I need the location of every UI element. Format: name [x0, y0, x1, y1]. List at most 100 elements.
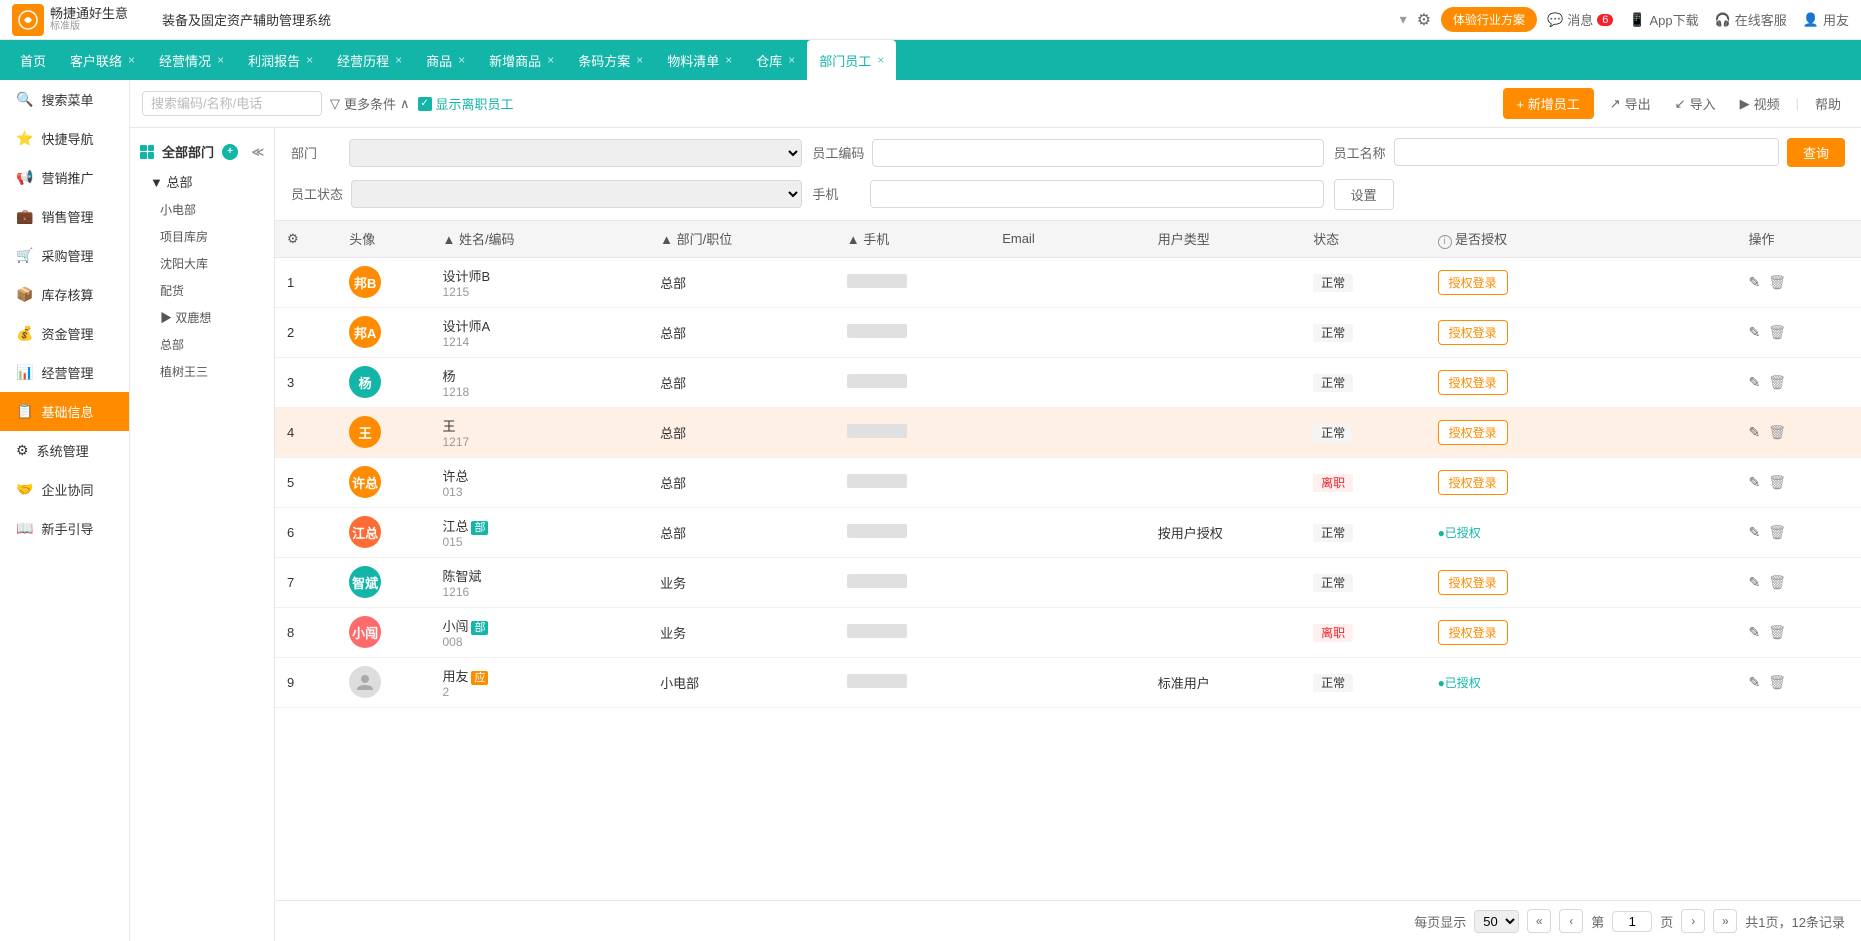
- edit-btn[interactable]: ✎: [1749, 474, 1761, 491]
- tree-item-小电部[interactable]: 小电部: [130, 196, 274, 223]
- sidebar-item-库存核算[interactable]: 📦库存核算: [0, 275, 129, 314]
- nav-tab-客户联络[interactable]: 客户联络×: [58, 40, 147, 80]
- delete-btn[interactable]: 🗑: [1768, 274, 1786, 291]
- sidebar-item-营销推广[interactable]: 📢营销推广: [0, 158, 129, 197]
- nav-tab-经营情况[interactable]: 经营情况×: [147, 40, 236, 80]
- nav-tab-部门员工[interactable]: 部门员工×: [807, 40, 896, 80]
- col-phone[interactable]: ▲ 手机: [835, 221, 990, 257]
- tree-item-植树王三[interactable]: 植树王三: [130, 358, 274, 385]
- prev-page-btn[interactable]: ‹: [1559, 909, 1583, 933]
- auth-info-icon[interactable]: i: [1438, 235, 1452, 249]
- edit-btn[interactable]: ✎: [1749, 324, 1761, 341]
- edit-btn[interactable]: ✎: [1749, 624, 1761, 641]
- nav-tab-经营历程[interactable]: 经营历程×: [325, 40, 414, 80]
- nav-tab-首页[interactable]: 首页: [8, 40, 58, 80]
- sidebar-item-资金管理[interactable]: 💰资金管理: [0, 314, 129, 353]
- nav-tab-条码方案[interactable]: 条码方案×: [566, 40, 655, 80]
- auth-btn[interactable]: 授权登录: [1438, 470, 1508, 495]
- tree-item-总部[interactable]: 总部: [130, 331, 274, 358]
- delete-btn[interactable]: 🗑: [1768, 324, 1786, 341]
- delete-btn[interactable]: 🗑: [1768, 524, 1786, 541]
- status-select[interactable]: [351, 180, 802, 208]
- page-input[interactable]: [1612, 911, 1652, 932]
- auth-btn[interactable]: 授权登录: [1438, 620, 1508, 645]
- edit-btn[interactable]: ✎: [1749, 674, 1761, 691]
- sidebar-item-基础信息[interactable]: 📋基础信息: [0, 392, 129, 431]
- delete-btn[interactable]: 🗑: [1768, 424, 1786, 441]
- emp-name-input[interactable]: [1394, 138, 1779, 166]
- filter-btn[interactable]: ▽ 更多条件 ∧: [330, 94, 410, 113]
- tree-item-沈阳大库[interactable]: 沈阳大库: [130, 250, 274, 277]
- user-btn[interactable]: 👤 用友: [1803, 10, 1849, 29]
- app-download-btn[interactable]: 📱 App下载: [1629, 10, 1698, 29]
- tab-close-部门员工[interactable]: ×: [877, 53, 884, 67]
- col-name[interactable]: ▲ 姓名/编码: [430, 221, 648, 257]
- show-resigned-checkbox[interactable]: ✓: [418, 97, 432, 111]
- last-page-btn[interactable]: »: [1713, 909, 1737, 933]
- tree-add-icon[interactable]: +: [222, 144, 238, 160]
- help-btn[interactable]: 帮助: [1807, 90, 1849, 117]
- edit-btn[interactable]: ✎: [1749, 424, 1761, 441]
- online-support-btn[interactable]: 🎧 在线客服: [1715, 10, 1787, 29]
- show-resigned-label[interactable]: ✓ 显示离职员工: [418, 94, 514, 113]
- tree-item-项目库房[interactable]: 项目库房: [130, 223, 274, 250]
- tree-item-配货[interactable]: 配货: [130, 277, 274, 304]
- tab-close-仓库[interactable]: ×: [788, 53, 795, 67]
- sidebar-item-新手引导[interactable]: 📖新手引导: [0, 509, 129, 548]
- message-btn[interactable]: 💬 消息 6: [1547, 10, 1613, 29]
- tab-close-利润报告[interactable]: ×: [306, 53, 313, 67]
- reset-btn[interactable]: 设置: [1334, 179, 1394, 210]
- sidebar-item-采购管理[interactable]: 🛒采购管理: [0, 236, 129, 275]
- edit-btn[interactable]: ✎: [1749, 574, 1761, 591]
- delete-btn[interactable]: 🗑: [1768, 574, 1786, 591]
- delete-btn[interactable]: 🗑: [1768, 374, 1786, 391]
- sidebar-item-企业协同[interactable]: 🤝企业协同: [0, 470, 129, 509]
- tree-item-双鹿想[interactable]: ▶ 双鹿想: [130, 304, 274, 331]
- settings-icon[interactable]: ⚙: [1417, 10, 1431, 30]
- edit-btn[interactable]: ✎: [1749, 274, 1761, 291]
- edit-btn[interactable]: ✎: [1749, 524, 1761, 541]
- col-settings[interactable]: ⚙: [275, 221, 337, 257]
- nav-tab-商品[interactable]: 商品×: [414, 40, 477, 80]
- system-dropdown[interactable]: ▾: [1400, 11, 1407, 28]
- tree-item-总部[interactable]: ▼ 总部: [130, 167, 274, 196]
- edit-btn[interactable]: ✎: [1749, 374, 1761, 391]
- sidebar-item-搜索菜单[interactable]: 🔍搜索菜单: [0, 80, 129, 119]
- phone-input[interactable]: [870, 180, 1323, 208]
- sidebar-item-系统管理[interactable]: ⚙系统管理: [0, 431, 129, 470]
- tab-close-客户联络[interactable]: ×: [128, 53, 135, 67]
- next-page-btn[interactable]: ›: [1681, 909, 1705, 933]
- auth-btn[interactable]: 授权登录: [1438, 370, 1508, 395]
- view-btn[interactable]: ▶ 视频: [1732, 90, 1788, 117]
- nav-tab-新增商品[interactable]: 新增商品×: [477, 40, 566, 80]
- sidebar-item-销售管理[interactable]: 💼销售管理: [0, 197, 129, 236]
- per-page-select[interactable]: 50: [1474, 910, 1519, 933]
- auth-btn[interactable]: 授权登录: [1438, 570, 1508, 595]
- tab-close-经营情况[interactable]: ×: [217, 53, 224, 67]
- nav-tab-仓库[interactable]: 仓库×: [744, 40, 807, 80]
- tab-close-物料清单[interactable]: ×: [725, 53, 732, 67]
- sidebar-item-经营管理[interactable]: 📊经营管理: [0, 353, 129, 392]
- auth-btn[interactable]: 授权登录: [1438, 270, 1508, 295]
- col-dept[interactable]: ▲ 部门/职位: [648, 221, 835, 257]
- query-btn[interactable]: 查询: [1787, 138, 1845, 167]
- first-page-btn[interactable]: «: [1527, 909, 1551, 933]
- sidebar-item-快捷导航[interactable]: ⭐快捷导航: [0, 119, 129, 158]
- nav-tab-利润报告[interactable]: 利润报告×: [236, 40, 325, 80]
- tab-close-经营历程[interactable]: ×: [395, 53, 402, 67]
- delete-btn[interactable]: 🗑: [1768, 474, 1786, 491]
- emp-code-input[interactable]: [872, 139, 1323, 167]
- tree-collapse-btn[interactable]: ≪: [251, 145, 264, 159]
- auth-btn[interactable]: 授权登录: [1438, 420, 1508, 445]
- export-btn[interactable]: ↗ 导出: [1602, 90, 1659, 117]
- dept-select[interactable]: [349, 139, 802, 167]
- tab-close-商品[interactable]: ×: [458, 53, 465, 67]
- auth-btn[interactable]: 授权登录: [1438, 320, 1508, 345]
- delete-btn[interactable]: 🗑: [1768, 624, 1786, 641]
- search-input[interactable]: [142, 91, 322, 116]
- tab-close-条码方案[interactable]: ×: [636, 53, 643, 67]
- import-btn[interactable]: ↙ 导入: [1667, 90, 1724, 117]
- add-employee-btn[interactable]: + 新增员工: [1503, 88, 1594, 119]
- tab-close-新增商品[interactable]: ×: [547, 53, 554, 67]
- nav-tab-物料清单[interactable]: 物料清单×: [655, 40, 744, 80]
